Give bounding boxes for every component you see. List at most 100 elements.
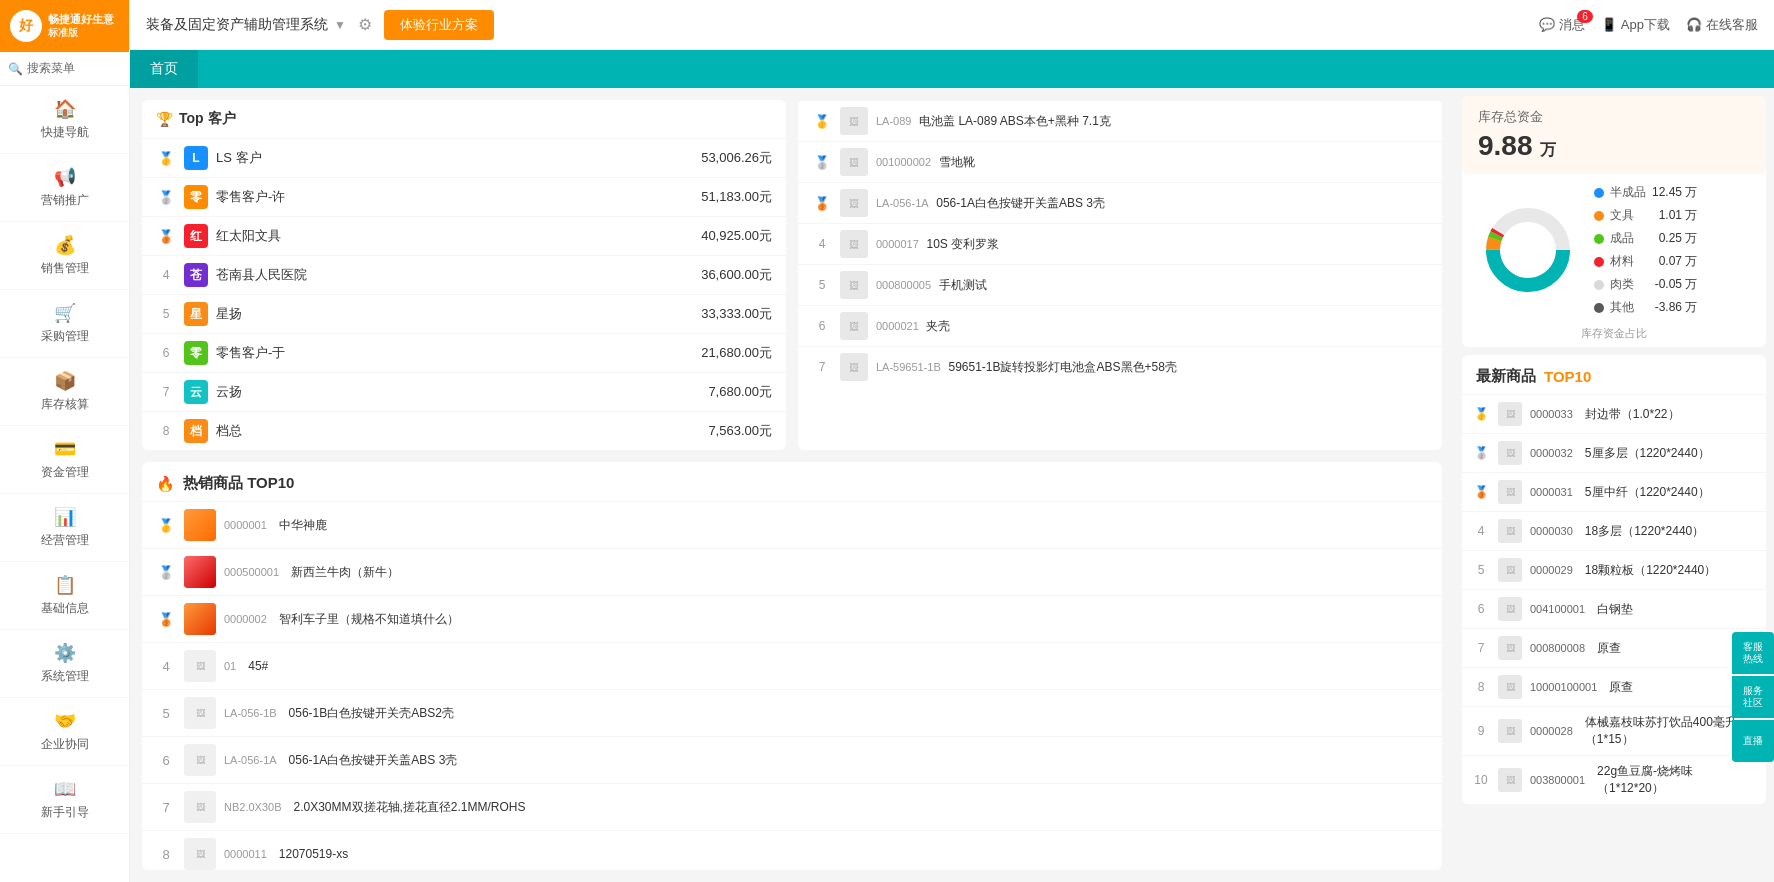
product-thumbnail: 🖼 — [184, 791, 216, 823]
new-customer-product-row-2[interactable]: 🥉 🖼 LA-056-1A 056-1A白色按键开关盖ABS 3壳 — [798, 182, 1442, 223]
customer-row-6[interactable]: 7 云 云扬 7,680.00元 — [142, 372, 786, 411]
hot-product-row-2[interactable]: 🥉 0000002 智利车子里（规格不知道填什么） — [142, 595, 1442, 642]
customer-name: 档总 — [216, 422, 700, 440]
nc-product-code: LA-056-1A — [876, 197, 929, 209]
rank-num: 7 — [156, 800, 176, 815]
customer-avatar: 云 — [184, 380, 208, 404]
new-customer-product-row-3[interactable]: 4 🖼 0000017 10S 变利罗浆 — [798, 223, 1442, 264]
tab-home[interactable]: 首页 — [130, 50, 198, 88]
newest-product-row-0[interactable]: 🥇 🖼 0000033 封边带（1.0*22） — [1462, 394, 1766, 433]
mobile-icon: 📱 — [1601, 17, 1617, 32]
product-thumbnail — [184, 603, 216, 635]
trial-btn[interactable]: 体验行业方案 — [384, 10, 494, 40]
basic-info-label: 基础信息 — [41, 600, 89, 617]
new-customer-product-row-0[interactable]: 🥇 🖼 LA-089 电池盖 LA-089 ABS本色+黑种 7.1克 — [798, 100, 1442, 141]
app-download-label: App下载 — [1621, 16, 1670, 34]
legend-value: 1.01 万 — [1659, 207, 1698, 224]
app-download-btn[interactable]: 📱 App下载 — [1601, 16, 1670, 34]
product-img: 🖼 — [840, 271, 868, 299]
newest-product-row-4[interactable]: 5 🖼 0000029 18颗粒板（1220*2440） — [1462, 550, 1766, 589]
np-img: 🖼 — [1498, 558, 1522, 582]
topbar: 装备及固定资产辅助管理系统 ▼ ⚙ 体验行业方案 💬 消息 6 📱 App下载 … — [130, 0, 1774, 50]
search-menu[interactable]: 🔍 搜索菜单 — [0, 52, 129, 86]
inventory-title: 库存总资金 — [1478, 108, 1750, 126]
np-code: 0000033 — [1530, 408, 1573, 420]
sidebar-item-quick-nav[interactable]: 🏠快捷导航 — [0, 86, 129, 154]
float-btn-0[interactable]: 客服 热线 — [1732, 632, 1774, 674]
sidebar-item-operations[interactable]: 📊经营管理 — [0, 494, 129, 562]
donut-chart — [1478, 200, 1578, 300]
enterprise-icon: 🤝 — [54, 710, 76, 732]
np-img: 🖼 — [1498, 636, 1522, 660]
sidebar-item-purchase[interactable]: 🛒采购管理 — [0, 290, 129, 358]
customer-row-5[interactable]: 6 零 零售客户-于 21,680.00元 — [142, 333, 786, 372]
rank-num: 6 — [156, 753, 176, 768]
newest-product-row-3[interactable]: 4 🖼 0000030 18多层（1220*2440） — [1462, 511, 1766, 550]
hot-product-row-6[interactable]: 7 🖼 NB2.0X30B 2.0X30MM双搓花轴,搓花直径2.1MM/ROH… — [142, 783, 1442, 830]
sidebar-item-enterprise[interactable]: 🤝企业协同 — [0, 698, 129, 766]
sidebar-item-sales[interactable]: 💰销售管理 — [0, 222, 129, 290]
main-scroll: 🏆 Top 客户 🥇 L LS 客户 53,006.26元 🥈 零 零售客户-许… — [130, 88, 1454, 882]
main-area: 装备及固定资产辅助管理系统 ▼ ⚙ 体验行业方案 💬 消息 6 📱 App下载 … — [130, 0, 1774, 882]
sidebar-item-system[interactable]: ⚙️系统管理 — [0, 630, 129, 698]
newest-product-row-5[interactable]: 6 🖼 004100001 白钢垫 — [1462, 589, 1766, 628]
float-btn-2[interactable]: 直播 — [1732, 720, 1774, 762]
nc-product-code: LA-59651-1B — [876, 361, 941, 373]
inventory-caption: 库存资金占比 — [1462, 326, 1766, 347]
newest-product-row-7[interactable]: 8 🖼 10000100001 原查 — [1462, 667, 1766, 706]
sidebar-item-basic-info[interactable]: 📋基础信息 — [0, 562, 129, 630]
hot-product-row-4[interactable]: 5 🖼 LA-056-1B 056-1B白色按键开关壳ABS2壳 — [142, 689, 1442, 736]
product-thumbnail: 🖼 — [184, 650, 216, 682]
hp-name: 智利车子里（规格不知道填什么） — [279, 611, 459, 628]
hot-product-row-3[interactable]: 4 🖼 01 45# — [142, 642, 1442, 689]
hot-product-row-5[interactable]: 6 🖼 LA-056-1A 056-1A白色按键开关盖ABS 3壳 — [142, 736, 1442, 783]
hot-products-list: 🥇 0000001 中华神鹿 🥈 000500001 新西兰牛肉（新牛） 🥉 0… — [142, 501, 1442, 870]
legend-value: 0.25 万 — [1659, 230, 1698, 247]
sidebar-item-guide[interactable]: 📖新手引导 — [0, 766, 129, 834]
medal-icon: 🥈 — [156, 190, 176, 205]
newest-product-row-6[interactable]: 7 🖼 000800008 原查 — [1462, 628, 1766, 667]
messages-btn[interactable]: 💬 消息 6 — [1539, 16, 1585, 34]
gear-icon[interactable]: ⚙ — [358, 15, 372, 34]
customer-row-7[interactable]: 8 档 档总 7,563.00元 — [142, 411, 786, 450]
hot-product-row-0[interactable]: 🥇 0000001 中华神鹿 — [142, 501, 1442, 548]
nc-product-name: 056-1A白色按键开关盖ABS 3壳 — [936, 196, 1105, 210]
quick-nav-icon: 🏠 — [54, 98, 76, 120]
new-customer-product-row-6[interactable]: 7 🖼 LA-59651-1B 59651-1B旋转投影灯电池盒ABS黑色+58… — [798, 346, 1442, 387]
newest-product-row-8[interactable]: 9 🖼 0000028 体械嘉枝味苏打饮品400毫升（1*15） — [1462, 706, 1766, 755]
hot-product-row-1[interactable]: 🥈 000500001 新西兰牛肉（新牛） — [142, 548, 1442, 595]
rank-num: 6 — [812, 319, 832, 333]
rank-num: 9 — [1472, 724, 1490, 738]
np-img: 🖼 — [1498, 719, 1522, 743]
customer-avatar: 苍 — [184, 263, 208, 287]
customer-name: 零售客户-许 — [216, 188, 693, 206]
float-btn-1[interactable]: 服务 社区 — [1732, 676, 1774, 718]
new-customer-product-row-1[interactable]: 🥈 🖼 001000002 雪地靴 — [798, 141, 1442, 182]
customer-row-2[interactable]: 🥉 红 红太阳文具 40,925.00元 — [142, 216, 786, 255]
legend-item-2: 成品 0.25 万 — [1594, 230, 1697, 247]
customer-row-1[interactable]: 🥈 零 零售客户-许 51,183.00元 — [142, 177, 786, 216]
hot-product-row-7[interactable]: 8 🖼 0000011 12070519-xs — [142, 830, 1442, 870]
messages-badge: 6 — [1577, 10, 1593, 23]
guide-label: 新手引导 — [41, 804, 89, 821]
headset-icon: 🎧 — [1686, 17, 1702, 32]
customer-row-3[interactable]: 4 苍 苍南县人民医院 36,600.00元 — [142, 255, 786, 294]
sidebar-item-finance[interactable]: 💳资金管理 — [0, 426, 129, 494]
newest-product-row-2[interactable]: 🥉 🖼 0000031 5厘中纤（1220*2440） — [1462, 472, 1766, 511]
customer-row-0[interactable]: 🥇 L LS 客户 53,006.26元 — [142, 138, 786, 177]
rank-medal-icon: 🥇 — [1472, 407, 1490, 421]
customer-row-4[interactable]: 5 星 星扬 33,333.00元 — [142, 294, 786, 333]
new-customer-product-row-5[interactable]: 6 🖼 0000021 夹壳 — [798, 305, 1442, 346]
newest-product-row-1[interactable]: 🥈 🖼 0000032 5厘多层（1220*2440） — [1462, 433, 1766, 472]
sidebar-item-inventory[interactable]: 📦库存核算 — [0, 358, 129, 426]
legend-label: 材料 — [1610, 253, 1653, 270]
sidebar-item-marketing[interactable]: 📢营销推广 — [0, 154, 129, 222]
customer-service-btn[interactable]: 🎧 在线客服 — [1686, 16, 1758, 34]
np-code: 000800008 — [1530, 642, 1585, 654]
new-customer-product-row-4[interactable]: 5 🖼 000800005 手机测试 — [798, 264, 1442, 305]
customer-amount: 40,925.00元 — [701, 227, 772, 245]
operations-icon: 📊 — [54, 506, 76, 528]
inventory-number: 9.88 — [1478, 130, 1533, 161]
dropdown-arrow-icon[interactable]: ▼ — [334, 18, 346, 32]
newest-product-row-9[interactable]: 10 🖼 003800001 22g鱼豆腐-烧烤味（1*12*20） — [1462, 755, 1766, 804]
